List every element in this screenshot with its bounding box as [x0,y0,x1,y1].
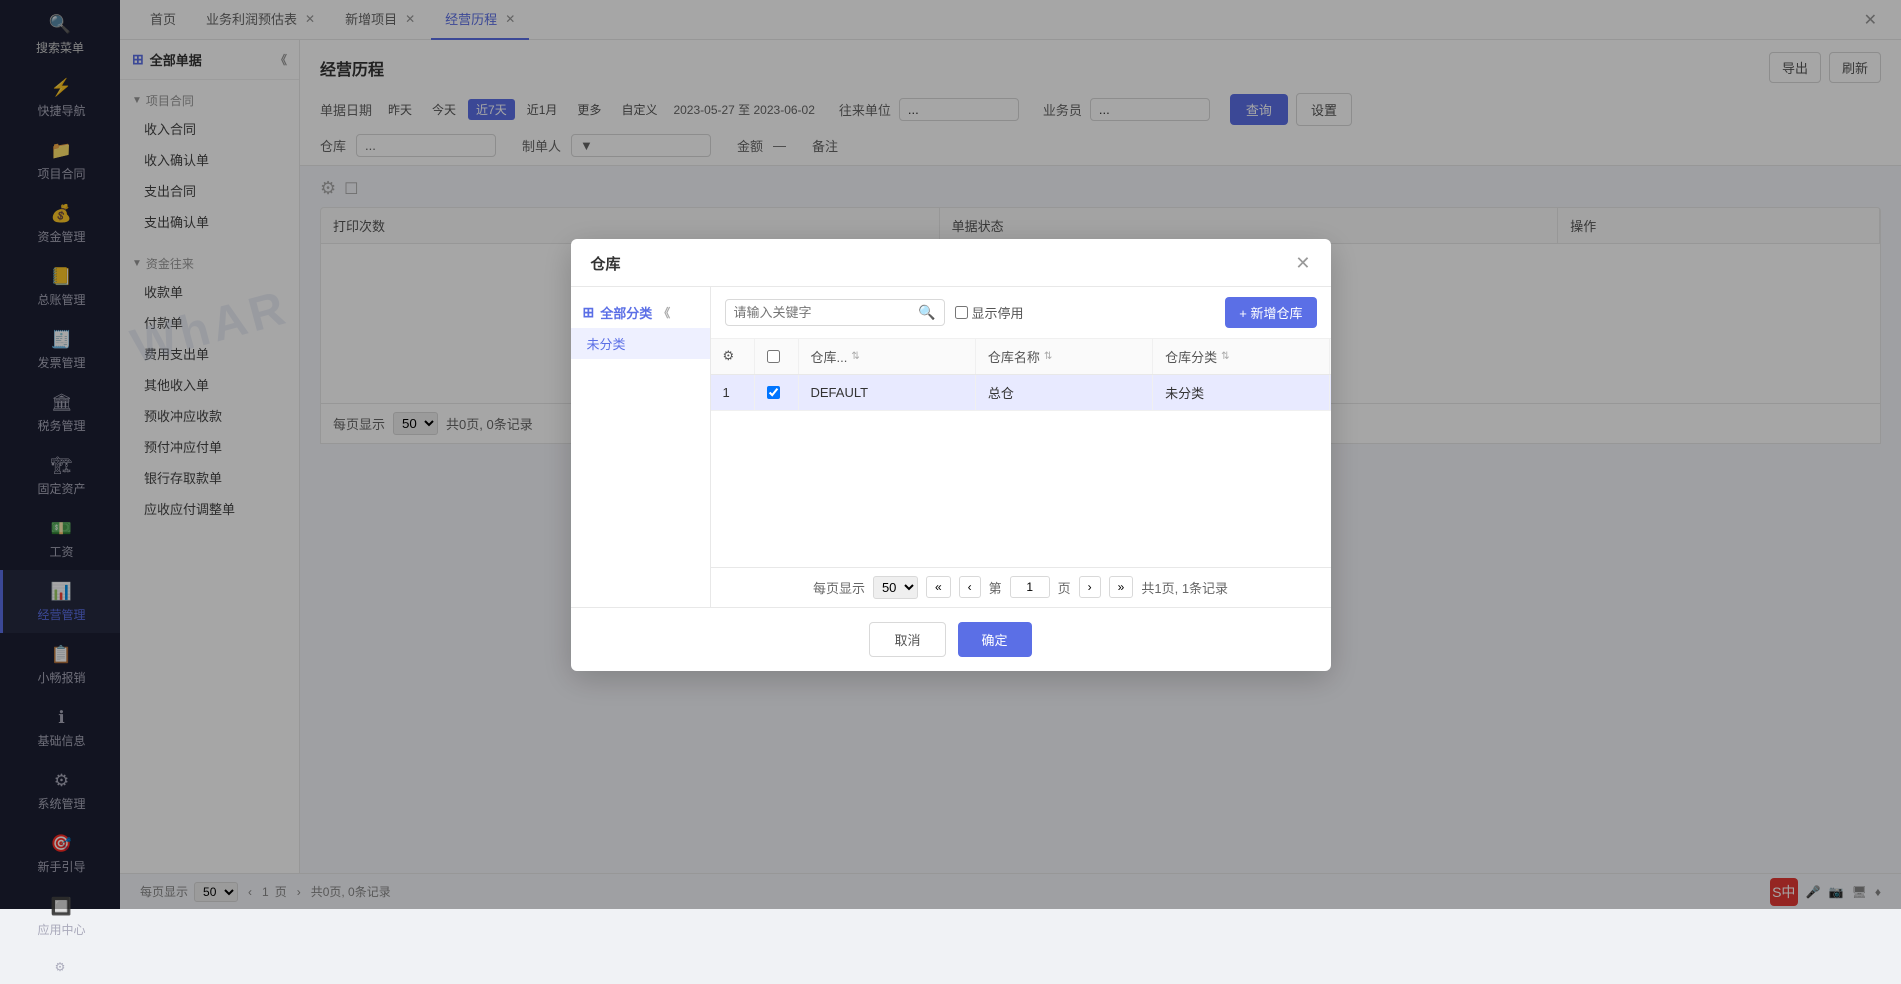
modal-th-checkbox[interactable] [755,339,799,374]
modal-th-name-label: 仓库名称 [988,347,1040,366]
show-disabled-label[interactable]: 显示停用 [955,303,1024,322]
modal-category-sort-icon: ⇅ [1221,351,1229,362]
modal-next-page-btn[interactable]: › [1079,576,1101,598]
modal-left-panel: ⊞ 全部分类 《 未分类 [571,287,711,607]
modal-category-unclassified[interactable]: 未分类 [571,328,710,359]
modal-th-category[interactable]: 仓库分类 ⇅ [1153,339,1330,374]
modal-pagination: 每页显示 50 « ‹ 第 页 › » 共1页, 1条记录 [711,567,1331,607]
modal-prev-page-btn[interactable]: ‹ [959,576,981,598]
modal-page-label: 第 [989,578,1002,597]
modal-row1-category: 未分类 [1153,375,1330,410]
modal-first-page-btn[interactable]: « [926,576,951,598]
sidebar-bottom: ⚙ [0,948,120,984]
modal-per-page-label: 每页显示 [813,578,865,597]
modal-page-input[interactable] [1010,576,1050,598]
add-warehouse-button[interactable]: + 新增仓库 [1225,297,1316,328]
modal-toolbar: 🔍 显示停用 + 新增仓库 [711,287,1331,339]
modal-right-panel: 🔍 显示停用 + 新增仓库 ⚙ [711,287,1331,607]
modal-th-settings[interactable]: ⚙ [711,339,755,374]
modal-grid-icon: ⊞ [583,304,595,321]
modal-left-header[interactable]: ⊞ 全部分类 《 [571,297,710,328]
modal-all-category-label: 全部分类 [600,303,652,322]
modal-row1-code: DEFAULT [799,375,976,410]
modal-search-icon[interactable]: 🔍 [918,304,935,321]
modal-actions: 取消 确定 [571,607,1331,671]
modal-header: 仓库 ✕ [571,239,1331,287]
modal-name-sort-icon: ⇅ [1044,351,1052,362]
modal-row1-checkbox[interactable] [755,375,799,410]
modal-table-row-1[interactable]: 1 DEFAULT 总仓 未分类 [711,375,1331,411]
warehouse-modal: 仓库 ✕ ⊞ 全部分类 《 未分类 [571,239,1331,671]
settings-icon: ⚙ [55,960,66,974]
modal-th-code[interactable]: 仓库... ⇅ [799,339,976,374]
modal-th-category-label: 仓库分类 [1165,347,1217,366]
modal-select-all-checkbox[interactable] [767,350,780,363]
modal-per-page-select[interactable]: 50 [873,576,918,599]
show-disabled-text: 显示停用 [972,303,1024,322]
confirm-button[interactable]: 确定 [958,622,1032,657]
sidebar-settings-btn[interactable]: ⚙ [0,948,120,984]
modal-last-page-btn[interactable]: » [1109,576,1134,598]
modal-close-button[interactable]: ✕ [1295,253,1310,274]
modal-table: ⚙ 仓库... ⇅ 仓库名称 ⇅ [711,339,1331,567]
modal-search-input[interactable] [734,305,915,320]
modal-row1-check[interactable] [767,386,780,399]
modal-row1-name: 总仓 [976,375,1153,410]
modal-th-code-label: 仓库... [811,347,848,366]
modal-row1-index: 1 [711,375,755,410]
modal-code-sort-icon: ⇅ [851,351,859,362]
modal-body: ⊞ 全部分类 《 未分类 🔍 显示停用 [571,287,1331,607]
modal-overlay: 仓库 ✕ ⊞ 全部分类 《 未分类 [0,0,1901,909]
modal-th-name[interactable]: 仓库名称 ⇅ [976,339,1153,374]
modal-table-header: ⚙ 仓库... ⇅ 仓库名称 ⇅ [711,339,1331,375]
modal-total-text: 共1页, 1条记录 [1141,578,1228,597]
modal-search-wrap[interactable]: 🔍 [725,299,945,326]
show-disabled-checkbox[interactable] [955,306,968,319]
modal-category-list: 未分类 [571,328,710,359]
cancel-button[interactable]: 取消 [869,622,945,657]
modal-title: 仓库 [591,253,621,274]
modal-settings-icon: ⚙ [723,348,735,364]
sidebar-item-label: 应用中心 [37,921,85,938]
modal-collapse-icon[interactable]: 《 [658,304,670,321]
modal-page-suffix: 页 [1058,578,1071,597]
